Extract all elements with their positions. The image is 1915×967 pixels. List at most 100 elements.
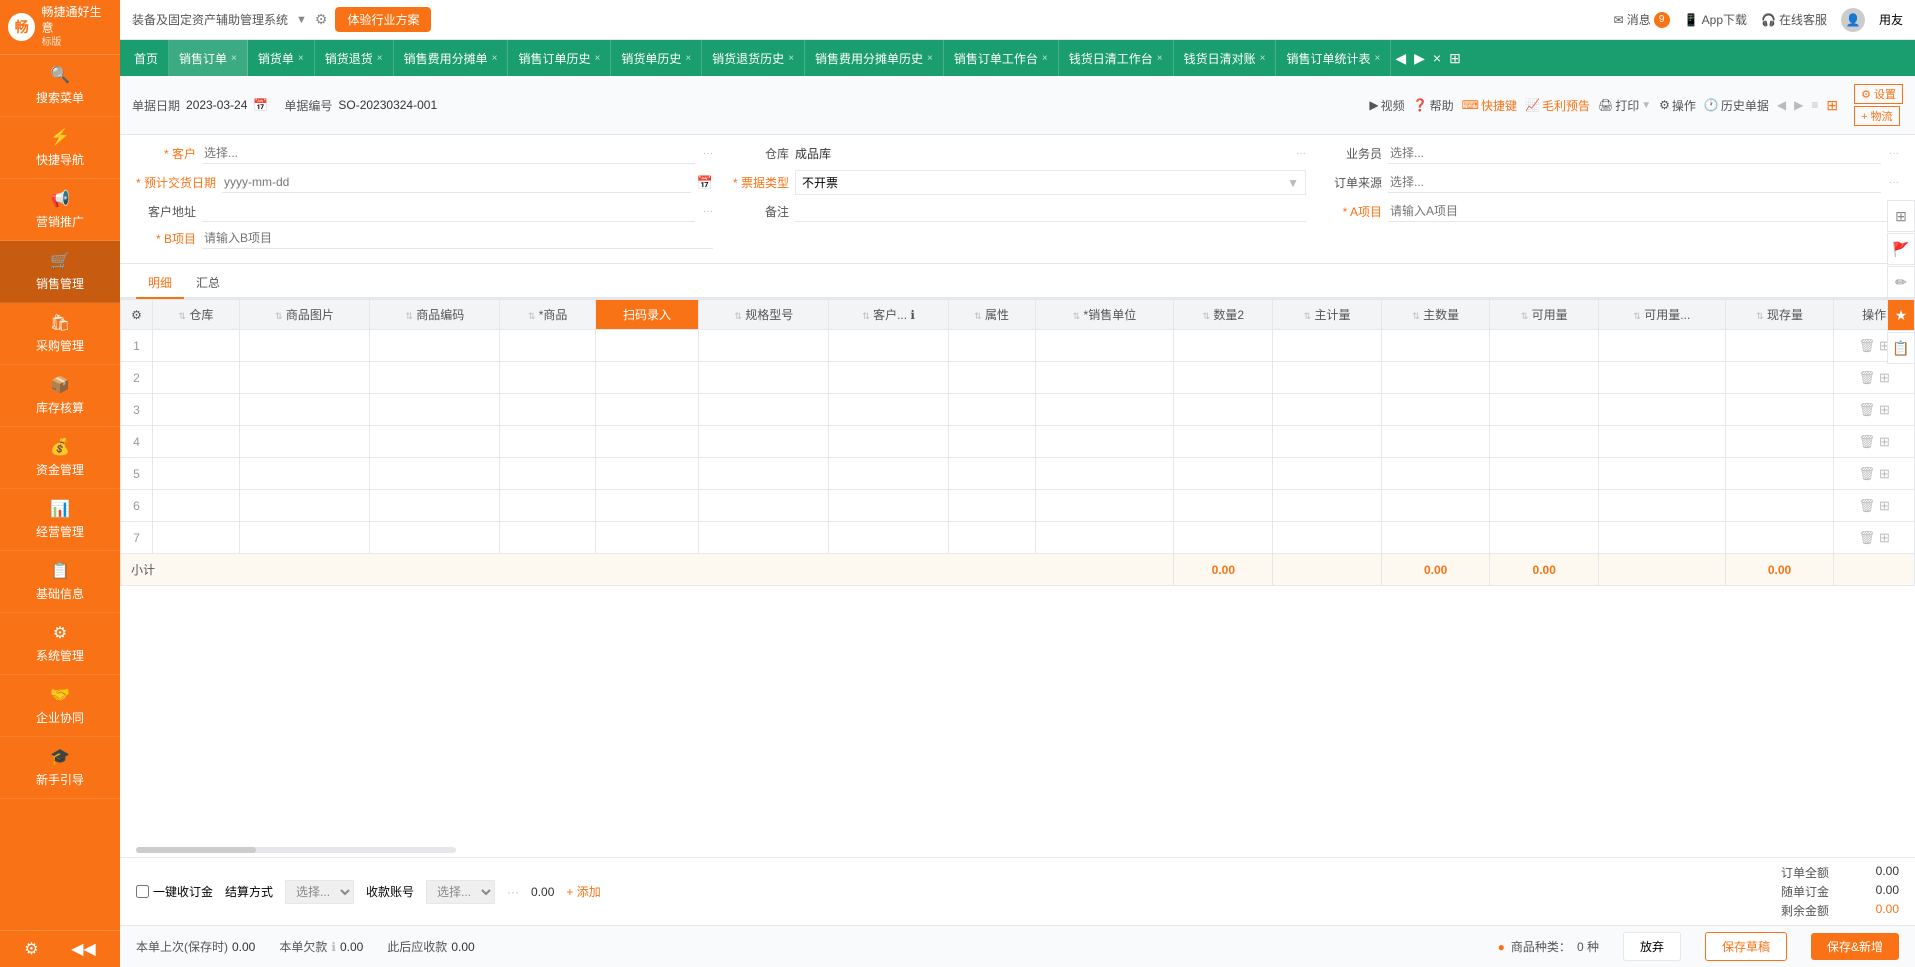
row-4-delete-btn[interactable]: 🗑 xyxy=(1858,434,1875,450)
row-2-copy-btn[interactable]: ⊞ xyxy=(1879,370,1890,386)
tab-sales-return[interactable]: 销货退货 × xyxy=(315,40,394,76)
row-2-customer-no[interactable] xyxy=(829,362,948,394)
sidebar-settings-btn[interactable]: ⚙ xyxy=(24,939,38,959)
scroll-thumb[interactable] xyxy=(136,847,256,853)
b-project-input[interactable] xyxy=(202,228,713,249)
row-1-attr[interactable] xyxy=(948,330,1035,362)
discard-btn[interactable]: 放弃 xyxy=(1623,932,1681,961)
delivery-calendar-icon[interactable]: 📅 xyxy=(697,175,713,191)
tab-return-history[interactable]: 销货退货历史 × xyxy=(702,40,805,76)
sidebar-item-system[interactable]: ⚙ 系统管理 xyxy=(0,613,120,675)
operation-btn[interactable]: ⚙ 操作 xyxy=(1659,97,1696,114)
system-dropdown-btn[interactable]: ▼ xyxy=(296,14,307,26)
tab-grid-btn[interactable]: ⊞ xyxy=(1445,50,1465,67)
add-account-btn[interactable]: + 添加 xyxy=(566,883,600,900)
save-draft-btn[interactable]: 保存草稿 xyxy=(1705,932,1787,961)
view-btn[interactable]: ▶ 视频 xyxy=(1369,97,1404,114)
calendar-icon[interactable]: 📅 xyxy=(253,98,268,112)
salesperson-more-btn[interactable]: ··· xyxy=(1889,148,1899,159)
row-5-copy-btn[interactable]: ⊞ xyxy=(1879,466,1890,482)
tab-sales-invoice-close[interactable]: × xyxy=(298,53,304,64)
row-3-copy-btn[interactable]: ⊞ xyxy=(1879,402,1890,418)
row-1-code[interactable] xyxy=(370,330,500,362)
row-2-main-unit[interactable] xyxy=(1273,362,1382,394)
sidebar-item-search[interactable]: 🔍 搜索菜单 xyxy=(0,55,120,117)
tab-summary[interactable]: 汇总 xyxy=(184,268,232,297)
rside-clipboard-btn[interactable]: 📋 xyxy=(1887,332,1915,364)
tab-sales-order-close[interactable]: × xyxy=(231,53,237,64)
row-2-attr[interactable] xyxy=(948,362,1035,394)
row-1-spec[interactable] xyxy=(699,330,829,362)
sidebar-item-quick-nav[interactable]: ⚡ 快捷导航 xyxy=(0,117,120,179)
row-3-warehouse[interactable] xyxy=(153,394,240,426)
row-2-code[interactable] xyxy=(370,362,500,394)
row-2-qty2[interactable] xyxy=(1174,362,1273,394)
user-avatar[interactable]: 👤 xyxy=(1841,8,1865,32)
notes-input[interactable] xyxy=(795,201,1306,222)
tab-invoice-history[interactable]: 销货单历史 × xyxy=(611,40,702,76)
tab-order-workbench-close[interactable]: × xyxy=(1042,53,1048,64)
row-1-customer-no[interactable] xyxy=(829,330,948,362)
tab-daily-workbench-close[interactable]: × xyxy=(1157,53,1163,64)
col-settings[interactable]: ⚙ xyxy=(121,300,153,330)
row-2-product[interactable] xyxy=(500,362,595,394)
row-1-stock[interactable] xyxy=(1725,330,1834,362)
salesperson-input[interactable] xyxy=(1388,143,1881,164)
tab-order-workbench[interactable]: 销售订单工作台 × xyxy=(944,40,1059,76)
customer-more-btn[interactable]: ··· xyxy=(703,148,713,159)
row-2-delete-btn[interactable]: 🗑 xyxy=(1858,370,1875,386)
tab-close-all-btn[interactable]: × xyxy=(1429,50,1445,66)
sidebar-item-enterprise[interactable]: 🤝 企业协同 xyxy=(0,675,120,737)
row-3-delete-btn[interactable]: 🗑 xyxy=(1858,402,1875,418)
sidebar-item-finance[interactable]: 💰 资金管理 xyxy=(0,427,120,489)
tab-order-stats[interactable]: 销售订单统计表 × xyxy=(1276,40,1391,76)
sidebar-collapse-btn[interactable]: ◀◀ xyxy=(71,939,96,959)
rside-flag-btn[interactable]: 🚩 xyxy=(1887,233,1915,265)
sidebar-item-marketing[interactable]: 📢 营销推广 xyxy=(0,179,120,241)
industry-btn[interactable]: 体验行业方案 xyxy=(335,7,431,32)
tab-order-stats-close[interactable]: × xyxy=(1374,53,1380,64)
help-btn[interactable]: ❓ 帮助 xyxy=(1413,97,1454,114)
account-select[interactable]: 选择... xyxy=(426,880,495,904)
tab-detail[interactable]: 明细 xyxy=(136,268,184,299)
tab-expense-history-close[interactable]: × xyxy=(927,53,933,64)
row-1-image[interactable] xyxy=(239,330,369,362)
row-6-copy-btn[interactable]: ⊞ xyxy=(1879,498,1890,514)
prev-down-info-icon[interactable]: ℹ xyxy=(331,940,336,954)
invoice-type-select[interactable]: 不开票 ▼ xyxy=(795,170,1306,195)
order-source-input[interactable] xyxy=(1388,172,1881,193)
row-1-unit[interactable] xyxy=(1035,330,1174,362)
row-1-available[interactable] xyxy=(1490,330,1599,362)
next-record-btn[interactable]: ▶ xyxy=(1794,98,1803,112)
row-4-copy-btn[interactable]: ⊞ xyxy=(1879,434,1890,450)
row-7-delete-btn[interactable]: 🗑 xyxy=(1858,530,1875,546)
sidebar-item-newbie[interactable]: 🎓 新手引导 xyxy=(0,737,120,799)
expand-btn[interactable]: ⊞ xyxy=(1826,97,1838,114)
one-click-checkbox[interactable] xyxy=(136,885,149,898)
row-1-available2[interactable] xyxy=(1599,330,1726,362)
row-6-delete-btn[interactable]: 🗑 xyxy=(1858,498,1875,514)
row-2-image[interactable] xyxy=(239,362,369,394)
row-1-warehouse[interactable] xyxy=(153,330,240,362)
row-2-available2[interactable] xyxy=(1599,362,1726,394)
tab-invoice-history-close[interactable]: × xyxy=(685,53,691,64)
col-scan[interactable]: 扫码录入 xyxy=(595,300,698,330)
shortcut-btn[interactable]: ⌨ 快捷键 xyxy=(1462,97,1517,114)
row-1-main-unit[interactable] xyxy=(1273,330,1382,362)
history-btn[interactable]: 🕐 历史单据 xyxy=(1704,97,1769,114)
sidebar-item-purchase[interactable]: 🛍 采购管理 xyxy=(0,303,120,365)
rside-star-btn[interactable]: ★ xyxy=(1887,299,1915,331)
tab-sales-order-history-close[interactable]: × xyxy=(594,53,600,64)
customer-address-input[interactable] xyxy=(202,201,695,222)
order-source-more-btn[interactable]: ··· xyxy=(1889,177,1899,188)
tab-sales-order[interactable]: 销售订单 × xyxy=(169,40,248,76)
row-2-stock[interactable] xyxy=(1725,362,1834,394)
row-1-delete-btn[interactable]: 🗑 xyxy=(1858,338,1875,354)
tab-return-history-close[interactable]: × xyxy=(788,53,794,64)
rside-edit-btn[interactable]: ✏ xyxy=(1887,266,1915,298)
row-2-unit[interactable] xyxy=(1035,362,1174,394)
row-2-spec[interactable] xyxy=(699,362,829,394)
tab-prev-btn[interactable]: ◀ xyxy=(1391,50,1410,67)
row-2-main-qty[interactable] xyxy=(1381,362,1490,394)
tab-sales-expense-close[interactable]: × xyxy=(492,53,498,64)
